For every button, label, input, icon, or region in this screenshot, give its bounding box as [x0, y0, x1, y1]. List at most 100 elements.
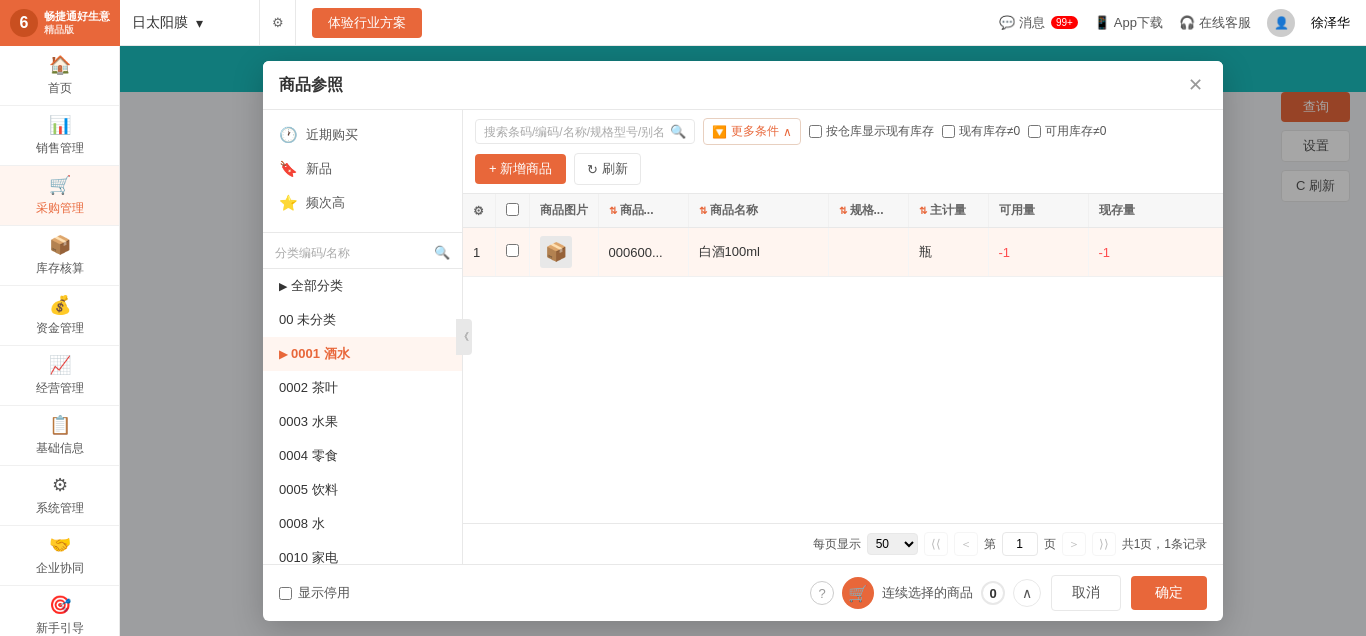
th-settings[interactable]: ⚙	[463, 194, 495, 228]
messages-button[interactable]: 💬 消息 99+	[999, 14, 1078, 32]
sidebar-item-inventory[interactable]: 📦 库存核算	[0, 226, 119, 286]
product-search-icon[interactable]: 🔍	[670, 124, 686, 139]
guide-icon: 🎯	[49, 594, 71, 616]
add-product-button[interactable]: + 新增商品	[475, 154, 566, 184]
headset-icon: 🎧	[1179, 15, 1195, 30]
help-icon[interactable]: ?	[810, 581, 834, 605]
category-label: 0002 茶叶	[279, 379, 338, 397]
th-code[interactable]: ⇅ 商品...	[598, 194, 688, 228]
sidebar-item-system[interactable]: ⚙ 系统管理	[0, 466, 119, 526]
category-item-0008[interactable]: 0008 水	[263, 507, 462, 541]
sidebar-item-basic-info[interactable]: 📋 基础信息	[0, 406, 119, 466]
current-stock-check[interactable]	[942, 125, 955, 138]
category-item-0003[interactable]: 0003 水果	[263, 405, 462, 439]
home-icon: 🏠	[49, 54, 71, 76]
th-name[interactable]: ⇅ 商品名称	[688, 194, 828, 228]
th-unit[interactable]: ⇅ 主计量	[908, 194, 988, 228]
category-item-0004[interactable]: 0004 零食	[263, 439, 462, 473]
cart-icon[interactable]: 🛒	[842, 577, 874, 609]
collapse-panel-button[interactable]: 《	[456, 319, 472, 355]
trial-button[interactable]: 体验行业方案	[312, 8, 422, 38]
sidebar-item-finance[interactable]: 💰 资金管理	[0, 286, 119, 346]
show-disabled-checkbox[interactable]: 显示停用	[279, 584, 350, 602]
next-page-button[interactable]: ＞	[1062, 532, 1086, 556]
quick-links: 🕐 近期购买 🔖 新品 ⭐ 频次高	[263, 110, 462, 228]
cancel-button[interactable]: 取消	[1051, 575, 1121, 611]
th-available[interactable]: 可用量	[988, 194, 1088, 228]
collapse-cart-button[interactable]: ∧	[1013, 579, 1041, 607]
row-select-checkbox[interactable]	[506, 244, 519, 257]
sidebar-item-label: 系统管理	[36, 500, 84, 517]
row-image: 📦	[529, 228, 598, 277]
sidebar-item-home[interactable]: 🏠 首页	[0, 46, 119, 106]
first-page-button[interactable]: ⟨⟨	[924, 532, 948, 556]
refresh-button[interactable]: ↻ 刷新	[574, 153, 641, 185]
company-selector[interactable]: 日太阳膜 ▾	[120, 0, 260, 45]
category-item-0010[interactable]: 0010 家电	[263, 541, 462, 564]
page-di-label: 第	[984, 536, 996, 553]
sidebar-item-label: 基础信息	[36, 440, 84, 457]
settings-icon[interactable]: ⚙	[260, 0, 296, 46]
select-all-checkbox[interactable]	[506, 203, 519, 216]
cart-label: 连续选择的商品	[882, 584, 973, 602]
sort-icon: ⇅	[699, 205, 707, 216]
product-reference-modal: 商品参照 ✕ 🕐 近期购买 🔖 新品	[263, 61, 1223, 621]
online-service-button[interactable]: 🎧 在线客服	[1179, 14, 1251, 32]
row-spec	[828, 228, 908, 277]
warehouse-stock-checkbox[interactable]: 按仓库显示现有库存	[809, 123, 934, 140]
app-logo[interactable]: 6 畅捷通好生意 精品版	[0, 0, 120, 46]
current-stock-checkbox[interactable]: 现有库存≠0	[942, 123, 1020, 140]
show-disabled-check[interactable]	[279, 587, 292, 600]
sidebar-item-guide[interactable]: 🎯 新手引导	[0, 586, 119, 636]
quick-link-recent[interactable]: 🕐 近期购买	[263, 118, 462, 152]
app-download-button[interactable]: 📱 App下载	[1094, 14, 1163, 32]
warehouse-stock-check[interactable]	[809, 125, 822, 138]
sales-icon: 📊	[49, 114, 71, 136]
category-item-0001[interactable]: ▶ 0001 酒水	[263, 337, 462, 371]
available-stock-label: 可用库存≠0	[1045, 123, 1106, 140]
row-available: -1	[988, 228, 1088, 277]
chevron-down-icon: ▾	[196, 15, 203, 31]
basic-info-icon: 📋	[49, 414, 71, 436]
product-search-box: 🔍	[475, 119, 695, 144]
avatar[interactable]: 👤	[1267, 9, 1295, 37]
sidebar-item-label: 库存核算	[36, 260, 84, 277]
available-stock-checkbox[interactable]: 可用库存≠0	[1028, 123, 1106, 140]
product-search-input[interactable]	[484, 125, 670, 139]
arrow-icon: ▶	[279, 348, 287, 361]
row-checkbox	[495, 228, 529, 277]
page-number-input[interactable]	[1002, 532, 1038, 556]
th-spec[interactable]: ⇅ 规格...	[828, 194, 908, 228]
category-panel: 🕐 近期购买 🔖 新品 ⭐ 频次高	[263, 110, 463, 564]
category-search-input[interactable]	[275, 246, 434, 260]
th-stock[interactable]: 现存量	[1088, 194, 1223, 228]
available-stock-check[interactable]	[1028, 125, 1041, 138]
phone-icon: 📱	[1094, 15, 1110, 30]
page-size-select[interactable]: 50 100 200	[867, 533, 918, 555]
show-disabled-label: 显示停用	[298, 584, 350, 602]
category-item-0005[interactable]: 0005 饮料	[263, 473, 462, 507]
username[interactable]: 徐泽华	[1311, 14, 1350, 32]
category-search-icon[interactable]: 🔍	[434, 245, 450, 260]
category-item-00[interactable]: 00 未分类	[263, 303, 462, 337]
confirm-button[interactable]: 确定	[1131, 576, 1207, 610]
close-icon[interactable]: ✕	[1183, 73, 1207, 97]
prev-page-button[interactable]: ＜	[954, 532, 978, 556]
sidebar-item-purchase[interactable]: 🛒 采购管理	[0, 166, 119, 226]
sidebar-item-operations[interactable]: 📈 经营管理	[0, 346, 119, 406]
category-item-all[interactable]: ▶ 全部分类	[263, 269, 462, 303]
sidebar-item-label: 销售管理	[36, 140, 84, 157]
category-label: 00 未分类	[279, 311, 336, 329]
sidebar-item-enterprise[interactable]: 🤝 企业协同	[0, 526, 119, 586]
page-size-label: 每页显示	[813, 536, 861, 553]
sidebar-item-sales[interactable]: 📊 销售管理	[0, 106, 119, 166]
warehouse-stock-label: 按仓库显示现有库存	[826, 123, 934, 140]
quick-link-frequent[interactable]: ⭐ 频次高	[263, 186, 462, 220]
last-page-button[interactable]: ⟩⟩	[1092, 532, 1116, 556]
modal-header: 商品参照 ✕	[263, 61, 1223, 110]
more-filter-button[interactable]: 🔽 更多条件 ∧	[703, 118, 801, 145]
quick-link-label: 频次高	[306, 194, 345, 212]
quick-link-new[interactable]: 🔖 新品	[263, 152, 462, 186]
category-item-0002[interactable]: 0002 茶叶	[263, 371, 462, 405]
table-row[interactable]: 1 📦 000600... 白酒100ml	[463, 228, 1223, 277]
